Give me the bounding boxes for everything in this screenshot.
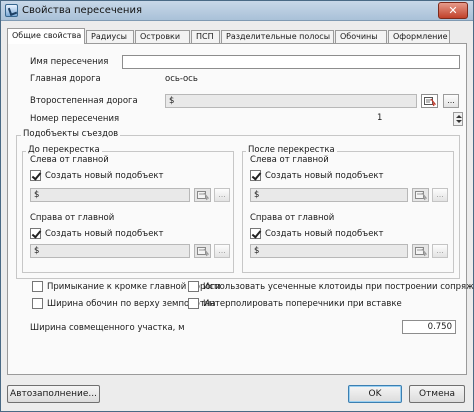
app-icon xyxy=(5,4,18,17)
before-right-create-checkbox[interactable] xyxy=(30,228,41,239)
after-legend: После перекрестка xyxy=(246,145,337,155)
pick-from-drawing-icon xyxy=(424,97,436,107)
pick-from-drawing-icon xyxy=(197,247,209,257)
after-left-browse-button: ... xyxy=(432,188,448,202)
ok-button[interactable]: OK xyxy=(348,385,402,403)
after-right-input: $ xyxy=(250,244,408,258)
after-left-label: Слева от главной xyxy=(250,155,329,165)
tab-dividers[interactable]: Разделительные полосы xyxy=(221,30,334,43)
title-bar: Свойства пересечения ✕ xyxy=(1,1,473,21)
before-left-input: $ xyxy=(30,188,190,202)
interpolate-cross-label: Интерполировать поперечники при вставке xyxy=(203,299,402,309)
before-right-pick-button xyxy=(194,244,211,258)
pick-from-drawing-icon xyxy=(197,191,209,201)
combined-width-input[interactable]: 0.750 xyxy=(402,320,456,334)
after-right-label: Справа от главной xyxy=(250,213,335,223)
after-left-input: $ xyxy=(250,188,408,202)
cancel-button[interactable]: Отмена xyxy=(409,385,465,403)
tab-shoulders[interactable]: Обочины xyxy=(335,30,387,43)
number-label: Номер пересечения xyxy=(30,114,120,124)
tab-radii[interactable]: Радиусы xyxy=(86,30,134,43)
after-left-create-checkbox[interactable] xyxy=(250,170,261,181)
general-panel: Имя пересечения Главная дорога ось-ось В… xyxy=(7,43,474,375)
after-right-pick-button xyxy=(412,244,429,258)
combined-width-label: Ширина совмещенного участка, м xyxy=(30,323,185,333)
after-right-create-label: Создать новый подобъект xyxy=(265,229,384,239)
truncated-clothoids-label: Использовать усеченные клотоиды при пост… xyxy=(203,282,474,292)
before-right-create-label: Создать новый подобъект xyxy=(45,229,164,239)
before-left-browse-button: ... xyxy=(214,188,230,202)
before-left-create-label: Создать новый подобъект xyxy=(45,171,164,181)
after-right-create-checkbox[interactable] xyxy=(250,228,261,239)
main-road-value: ось-ось xyxy=(165,74,198,84)
pick-from-drawing-icon xyxy=(415,191,427,201)
after-right-browse-button: ... xyxy=(432,244,448,258)
shoulder-width-checkbox[interactable] xyxy=(32,298,43,309)
truncated-clothoids-checkbox[interactable] xyxy=(188,281,199,292)
secondary-road-label: Второстепенная дорога xyxy=(30,96,138,106)
close-button[interactable]: ✕ xyxy=(438,2,468,19)
window-title: Свойства пересечения xyxy=(22,5,142,16)
autofill-button[interactable]: Автозаполнение... xyxy=(7,385,100,403)
pick-secondary-road-button[interactable] xyxy=(421,94,438,108)
pick-from-drawing-icon xyxy=(415,247,427,257)
before-right-label: Справа от главной xyxy=(30,213,115,223)
number-spinner[interactable] xyxy=(453,112,463,126)
name-label: Имя пересечения xyxy=(30,57,109,67)
dialog-window: Свойства пересечения ✕ Общие свойства Ра… xyxy=(0,0,474,412)
name-input[interactable] xyxy=(122,55,460,69)
tab-general[interactable]: Общие свойства xyxy=(7,28,85,44)
secondary-road-input: $ xyxy=(165,94,417,108)
before-left-create-checkbox[interactable] xyxy=(30,170,41,181)
browse-secondary-road-button[interactable]: ... xyxy=(443,94,459,108)
after-left-create-label: Создать новый подобъект xyxy=(265,171,384,181)
interpolate-cross-checkbox[interactable] xyxy=(188,298,199,309)
before-right-input: $ xyxy=(30,244,190,258)
after-left-pick-button xyxy=(412,188,429,202)
number-input[interactable]: 1 xyxy=(374,112,454,126)
main-road-label: Главная дорога xyxy=(30,74,101,84)
before-right-browse-button: ... xyxy=(214,244,230,258)
subobjects-legend: Подобъекты съездов xyxy=(21,129,121,139)
before-left-pick-button xyxy=(194,188,211,202)
tab-islands[interactable]: Островки xyxy=(135,30,190,43)
before-left-label: Слева от главной xyxy=(30,155,109,165)
before-legend: До перекрестка xyxy=(26,145,102,155)
tab-design[interactable]: Оформление xyxy=(388,30,450,43)
tab-psp[interactable]: ПСП xyxy=(191,30,220,43)
adjoin-edge-checkbox[interactable] xyxy=(32,281,43,292)
